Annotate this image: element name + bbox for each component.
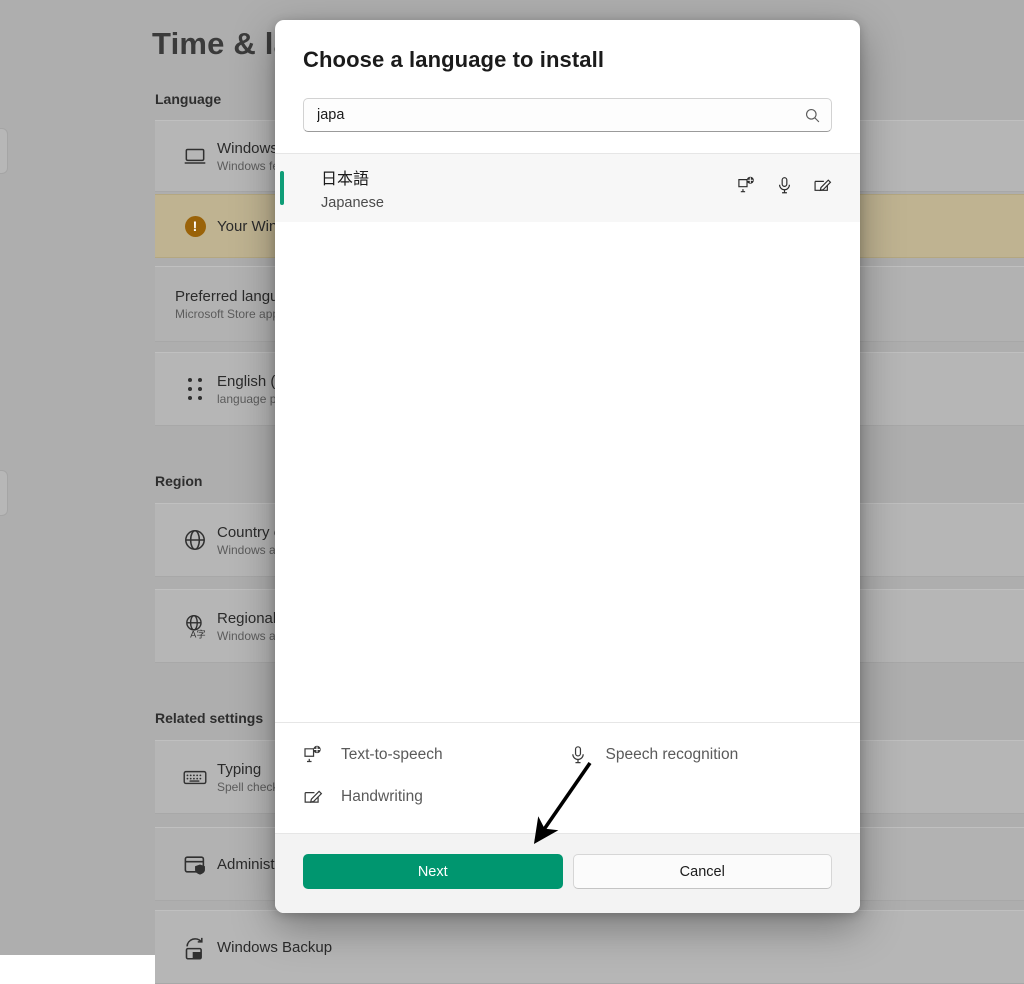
warning-glyph: !	[185, 216, 206, 237]
speech-recognition-icon	[775, 176, 794, 200]
text-to-speech-icon	[303, 745, 325, 765]
legend-label: Speech recognition	[606, 746, 739, 764]
handwriting-icon	[303, 787, 325, 807]
dialog-footer: Next Cancel	[275, 833, 860, 913]
section-label-region: Region	[155, 473, 202, 489]
globe-icon	[173, 527, 217, 553]
language-results-list: 日本語 Japanese	[275, 153, 860, 722]
language-search-box[interactable]	[303, 98, 832, 132]
laptop-icon	[173, 143, 217, 169]
language-english-name: Japanese	[321, 195, 384, 211]
legend-item-handwriting: Handwriting	[303, 787, 568, 807]
speech-recognition-icon	[568, 745, 590, 765]
legend-item-speech-recognition: Speech recognition	[568, 745, 833, 765]
admin-shield-icon	[173, 851, 217, 878]
keyboard-icon	[173, 763, 217, 791]
search-input[interactable]	[317, 107, 804, 123]
cancel-button[interactable]: Cancel	[573, 854, 833, 889]
legend-label: Handwriting	[341, 788, 423, 806]
regional-format-icon: A 字	[173, 612, 217, 640]
choose-language-dialog: Choose a language to install 日本語 Japanes…	[275, 20, 860, 913]
language-native-name: 日本語	[321, 165, 384, 189]
windows-backup-icon	[173, 934, 217, 961]
text-to-speech-icon	[737, 176, 756, 200]
legend-item-text-to-speech: Text-to-speech	[303, 745, 568, 765]
section-label-related-settings: Related settings	[155, 710, 263, 726]
selection-indicator	[280, 171, 284, 205]
handwriting-icon	[813, 176, 832, 200]
warning-circle-icon: !	[173, 216, 217, 237]
offscreen-sidebar-card-top	[0, 128, 8, 174]
dialog-header: Choose a language to install	[275, 20, 860, 153]
svg-text:字: 字	[197, 628, 206, 639]
dialog-title: Choose a language to install	[303, 47, 832, 73]
search-icon[interactable]	[804, 107, 821, 124]
next-button[interactable]: Next	[303, 854, 563, 889]
feature-legend: Text-to-speech Speech recognition	[275, 722, 860, 833]
legend-label: Text-to-speech	[341, 746, 443, 764]
language-result-japanese[interactable]: 日本語 Japanese	[275, 154, 860, 222]
setting-row-windows-backup[interactable]: Windows Backup	[155, 910, 1024, 984]
row-title: Windows Backup	[217, 939, 332, 956]
drag-grip-icon[interactable]	[173, 378, 217, 400]
offscreen-sidebar-card-bottom	[0, 470, 8, 516]
section-label-language: Language	[155, 91, 221, 107]
language-feature-icons	[737, 176, 832, 200]
